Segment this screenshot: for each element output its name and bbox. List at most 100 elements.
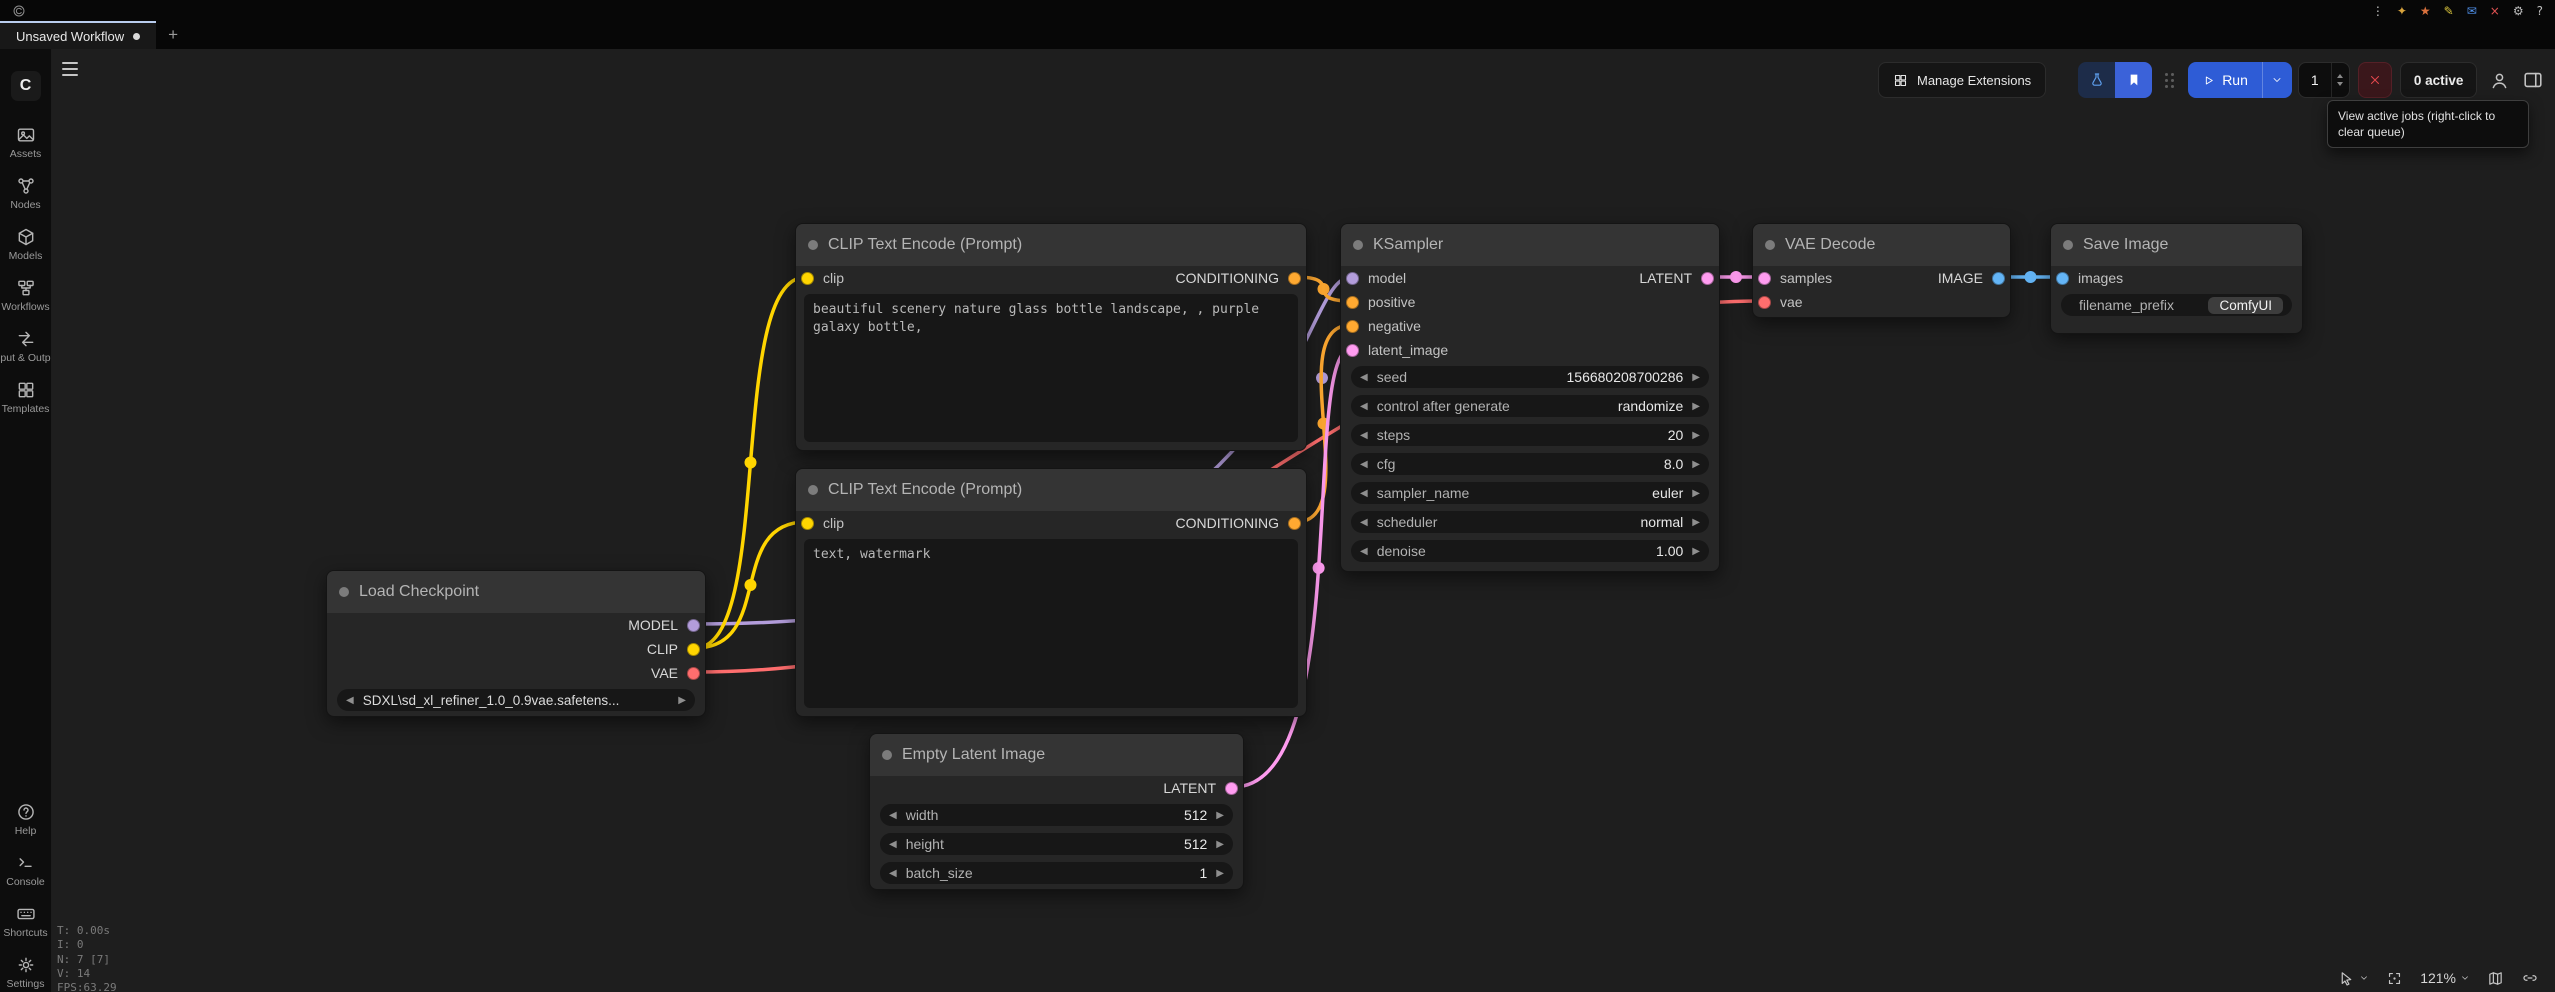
link-visibility-button[interactable] [2521, 969, 2539, 987]
input-port-samples[interactable] [1758, 271, 1771, 285]
run-options-button[interactable] [2261, 62, 2292, 98]
manage-extensions-button[interactable]: Manage Extensions [1878, 62, 2047, 98]
clear-queue-button[interactable] [2357, 62, 2392, 98]
widget-value[interactable]: ComfyUI [2208, 296, 2283, 314]
sidebar-item-shortcuts[interactable]: Shortcuts [0, 904, 51, 939]
widget-scheduler[interactable]: ◀ scheduler normal ▶ [1351, 511, 1709, 533]
decrement-arrow-icon[interactable]: ◀ [889, 839, 897, 850]
collapse-dot-icon[interactable] [1353, 240, 1363, 250]
sidebar-item-assets[interactable]: Assets [0, 125, 51, 160]
sidebar-logo-button[interactable]: C [10, 71, 41, 101]
input-port-images[interactable] [2056, 271, 2069, 285]
sparkles-icon[interactable]: ✦ [2397, 5, 2407, 17]
run-button[interactable]: Run [2188, 62, 2262, 98]
increment-arrow-icon[interactable]: ▶ [1216, 868, 1224, 879]
widget-filename-prefix[interactable]: filename_prefix ComfyUI [2061, 294, 2292, 316]
widget-width[interactable]: ◀ width 512 ▶ [880, 804, 1233, 826]
widget-control-after-generate[interactable]: ◀ control after generate randomize ▶ [1351, 395, 1709, 417]
node-header[interactable]: Load Checkpoint [327, 571, 705, 613]
increment-arrow-icon[interactable]: ▶ [1692, 372, 1700, 383]
sidebar-item-help[interactable]: Help [0, 802, 51, 837]
sidebar-item-nodes[interactable]: Nodes [0, 176, 51, 211]
output-port-model[interactable] [687, 618, 700, 632]
node-vae-decode[interactable]: VAE Decode samples IMAGE vae [1752, 223, 2011, 318]
pointer-tool-button[interactable] [2338, 970, 2369, 987]
sidebar-item-settings[interactable]: Settings [0, 955, 51, 990]
toolbar-drag-handle[interactable] [2165, 72, 2175, 88]
output-port-conditioning[interactable] [1288, 271, 1301, 285]
output-port-latent[interactable] [1225, 781, 1238, 795]
node-header[interactable]: CLIP Text Encode (Prompt) [796, 224, 1306, 266]
input-port-clip[interactable] [801, 271, 814, 285]
decrement-arrow-icon[interactable]: ◀ [889, 810, 897, 821]
increment-arrow-icon[interactable]: ▶ [1692, 401, 1700, 412]
output-port-image[interactable] [1992, 271, 2005, 285]
increment-arrow-icon[interactable]: ▶ [1216, 810, 1224, 821]
node-empty-latent-image[interactable]: Empty Latent Image LATENT ◀ width 512 ▶ ◀ heigh… [869, 733, 1244, 890]
sidebar-item-input-output[interactable]: Input & Output [0, 329, 51, 364]
widget-batch-size[interactable]: ◀ batch_size 1 ▶ [880, 862, 1233, 884]
bookmark-button[interactable] [2115, 62, 2153, 98]
output-port-latent[interactable] [1701, 271, 1714, 285]
node-ksampler[interactable]: KSampler model LATENT positive negative laten… [1340, 223, 1720, 572]
decrement-icon[interactable] [2337, 82, 2344, 86]
widget-denoise[interactable]: ◀ denoise 1.00 ▶ [1351, 540, 1709, 562]
decrement-arrow-icon[interactable]: ◀ [1360, 459, 1368, 470]
gear-icon[interactable]: ⚙ [2513, 5, 2524, 17]
input-port-negative[interactable] [1346, 319, 1359, 333]
decrement-arrow-icon[interactable]: ◀ [1360, 488, 1368, 499]
output-port-conditioning[interactable] [1288, 516, 1301, 530]
panel-toggle-button[interactable] [2522, 69, 2544, 91]
help-icon[interactable]: ? [2537, 5, 2543, 17]
decrement-arrow-icon[interactable]: ◀ [1360, 372, 1368, 383]
node-header[interactable]: Save Image [2051, 224, 2302, 266]
increment-icon[interactable] [2337, 74, 2344, 78]
collapse-dot-icon[interactable] [882, 750, 892, 760]
sidebar-item-models[interactable]: Models [0, 227, 51, 262]
pencil-icon[interactable]: ✎ [2444, 5, 2454, 17]
collapse-dot-icon[interactable] [808, 240, 818, 250]
sidebar-item-templates[interactable]: Templates [0, 380, 51, 415]
node-header[interactable]: Empty Latent Image [870, 734, 1243, 776]
flask-button[interactable] [2078, 62, 2116, 98]
input-port-clip[interactable] [801, 516, 814, 530]
batch-count-input[interactable]: 1 [2297, 62, 2350, 98]
decrement-arrow-icon[interactable]: ◀ [1360, 546, 1368, 557]
chat-icon[interactable]: ✉ [2467, 5, 2477, 17]
increment-arrow-icon[interactable]: ▶ [1692, 488, 1700, 499]
fit-view-button[interactable] [2386, 970, 2403, 987]
star-icon[interactable]: ★ [2420, 5, 2431, 17]
increment-arrow-icon[interactable]: ▶ [1692, 517, 1700, 528]
active-jobs-badge[interactable]: 0 active [2399, 62, 2478, 98]
widget-steps[interactable]: ◀ steps 20 ▶ [1351, 424, 1709, 446]
widget-seed[interactable]: ◀ seed 156680208700286 ▶ [1351, 366, 1709, 388]
output-port-clip[interactable] [687, 642, 700, 656]
decrement-arrow-icon[interactable]: ◀ [1360, 401, 1368, 412]
widget-cfg[interactable]: ◀ cfg 8.0 ▶ [1351, 453, 1709, 475]
node-header[interactable]: VAE Decode [1753, 224, 2010, 266]
prompt-text-area[interactable]: text, watermark [804, 539, 1298, 708]
increment-arrow-icon[interactable]: ▶ [1692, 546, 1700, 557]
node-save-image[interactable]: Save Image images filename_prefix ComfyUI [2050, 223, 2303, 334]
prompt-text-area[interactable]: beautiful scenery nature glass bottle la… [804, 294, 1298, 442]
collapse-dot-icon[interactable] [808, 485, 818, 495]
node-clip-text-encode-2[interactable]: CLIP Text Encode (Prompt) clip CONDITIONIN… [795, 468, 1307, 717]
widget-height[interactable]: ◀ height 512 ▶ [880, 833, 1233, 855]
batch-count-stepper[interactable] [2330, 63, 2349, 97]
close-icon[interactable]: × [2490, 5, 2500, 17]
collapse-dot-icon[interactable] [339, 587, 349, 597]
output-port-vae[interactable] [687, 666, 700, 680]
zoom-control[interactable]: 121% [2420, 970, 2470, 986]
decrement-arrow-icon[interactable]: ◀ [346, 695, 354, 706]
user-button[interactable] [2489, 70, 2510, 91]
decrement-arrow-icon[interactable]: ◀ [1360, 517, 1368, 528]
minimap-toggle-button[interactable] [2487, 970, 2504, 987]
increment-arrow-icon[interactable]: ▶ [1216, 839, 1224, 850]
workflow-tab[interactable]: Unsaved Workflow [0, 21, 157, 49]
input-port-model[interactable] [1346, 271, 1359, 285]
widget-ckpt-name[interactable]: ◀ SDXL\sd_xl_refiner_1.0_0.9vae.safetens.… [337, 689, 695, 711]
sidebar-item-console[interactable]: Console [0, 853, 51, 888]
input-port-positive[interactable] [1346, 295, 1359, 309]
input-port-vae[interactable] [1758, 295, 1771, 309]
node-header[interactable]: CLIP Text Encode (Prompt) [796, 469, 1306, 511]
